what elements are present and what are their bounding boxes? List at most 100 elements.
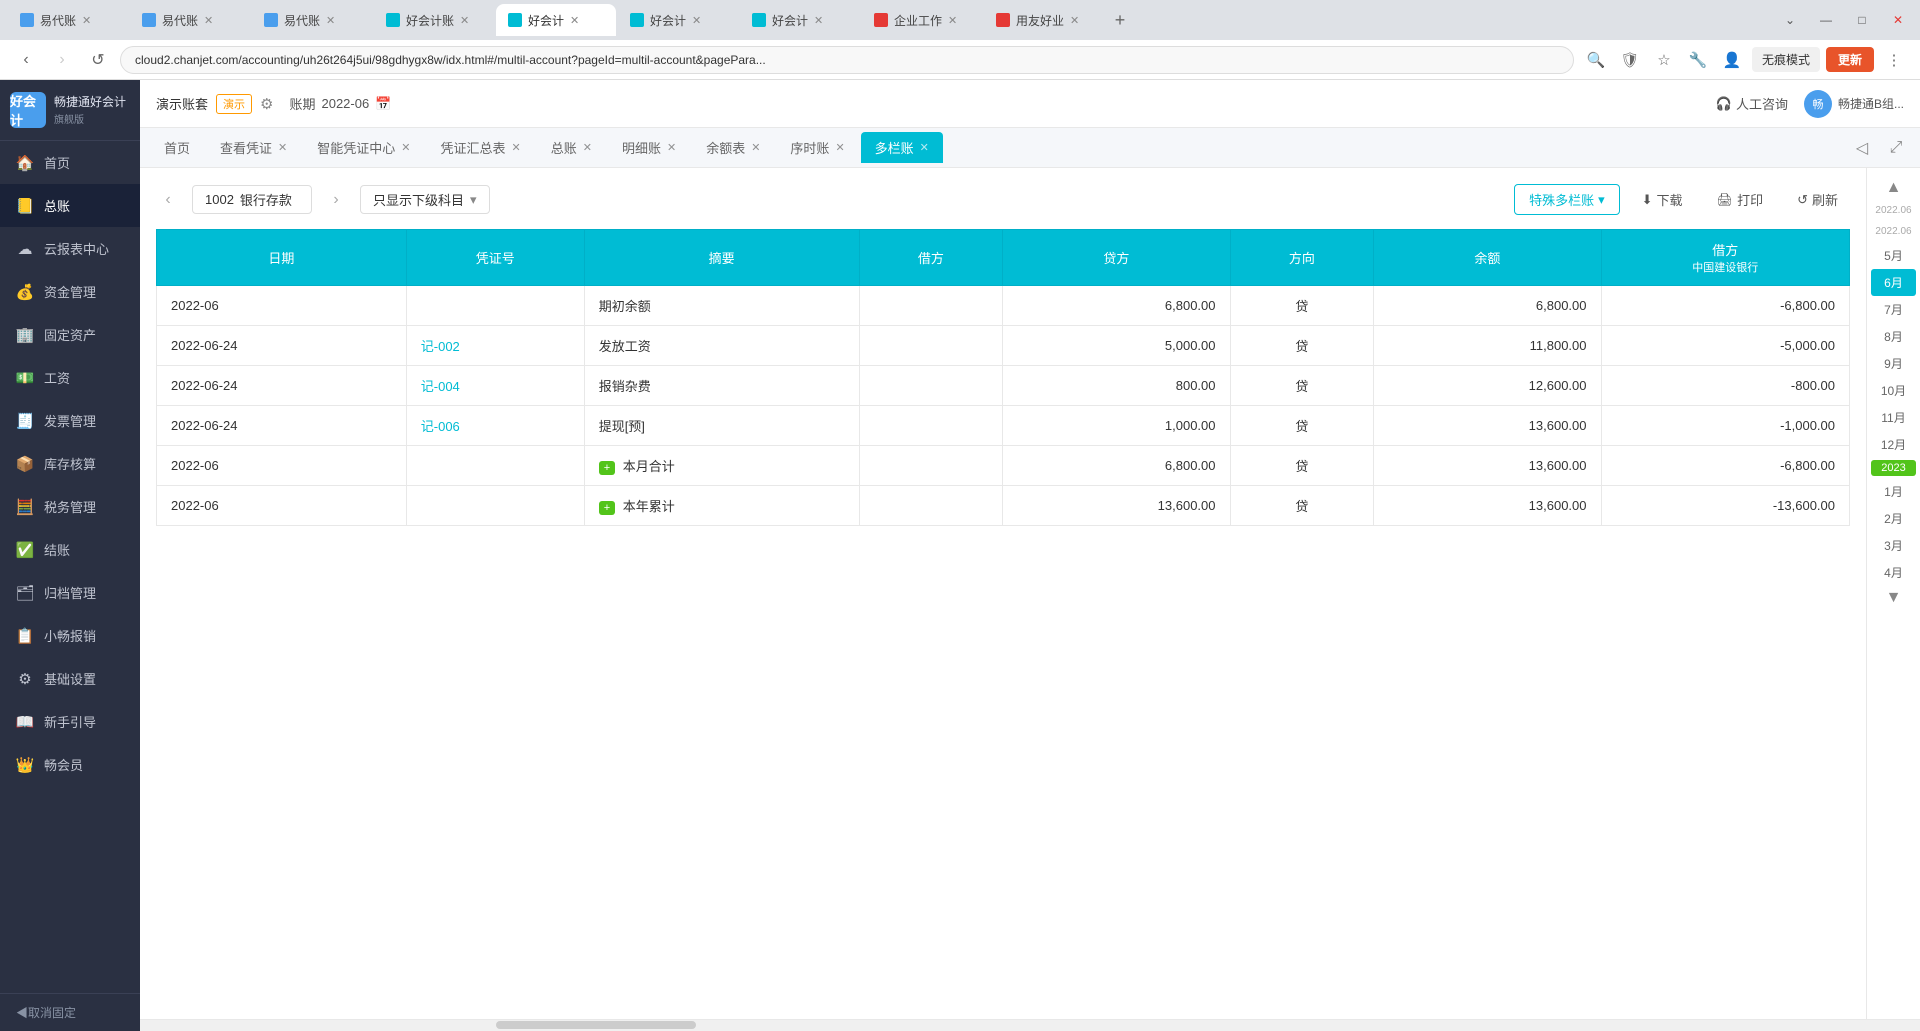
sidebar-item-payroll[interactable]: 💵 工资 — [0, 356, 140, 399]
sidebar-item-invoice[interactable]: 🧾 发票管理 — [0, 399, 140, 442]
voucher-link-2[interactable]: 记-002 — [421, 339, 460, 354]
sidebar-item-settings[interactable]: ⚙ 基础设置 — [0, 657, 140, 700]
voucher-link-4[interactable]: 记-006 — [421, 419, 460, 434]
refresh-button[interactable]: ↺ 刷新 — [1785, 185, 1850, 214]
browser-tab-1[interactable]: 易代账 ✕ — [8, 4, 128, 36]
tab-voucher-summary[interactable]: 凭证汇总表 ✕ — [426, 132, 534, 163]
tab-list-button[interactable]: ⌄ — [1776, 6, 1804, 34]
tab-balance-close[interactable]: ✕ — [751, 141, 760, 154]
browser-tab-7[interactable]: 好会计 ✕ — [740, 4, 860, 36]
sidebar-item-assets[interactable]: 🏢 固定资产 — [0, 313, 140, 356]
calendar-icon[interactable]: 📅 — [375, 96, 391, 112]
close-button[interactable]: ✕ — [1884, 6, 1912, 34]
search-icon[interactable]: 🔍 — [1582, 46, 1610, 74]
sidebar-item-home[interactable]: 🏠 首页 — [0, 141, 140, 184]
tab-close-9[interactable]: ✕ — [1070, 14, 1079, 27]
month-2023-apr[interactable]: 4月 — [1867, 559, 1920, 586]
month-nav-up-arrow[interactable]: ▲ — [1882, 176, 1906, 200]
tab-sequential-close[interactable]: ✕ — [835, 141, 844, 154]
sidebar-item-reports[interactable]: ☁ 云报表中心 — [0, 227, 140, 270]
sidebar-item-ledger[interactable]: 📒 总账 — [0, 184, 140, 227]
tab-expand-icon[interactable]: ⤢ — [1882, 134, 1910, 162]
user-account-icon[interactable]: 👤 — [1718, 46, 1746, 74]
new-tab-button[interactable]: + — [1106, 6, 1134, 34]
tab-voucher-summary-close[interactable]: ✕ — [512, 141, 521, 154]
tab-voucher-close[interactable]: ✕ — [278, 141, 287, 154]
month-2023-mar[interactable]: 3月 — [1867, 532, 1920, 559]
tab-close-2[interactable]: ✕ — [204, 14, 213, 27]
maximize-button[interactable]: □ — [1848, 6, 1876, 34]
tab-sequential[interactable]: 序时账 ✕ — [776, 132, 858, 163]
month-jul[interactable]: 7月 — [1867, 296, 1920, 323]
prev-subject-button[interactable]: ‹ — [156, 188, 180, 212]
browser-tab-2[interactable]: 易代账 ✕ — [130, 4, 250, 36]
wuhen-button[interactable]: 无痕模式 — [1752, 47, 1820, 72]
menu-icon[interactable]: ⋮ — [1880, 46, 1908, 74]
consult-button[interactable]: 🎧 人工咨询 — [1716, 94, 1788, 113]
filter-dropdown[interactable]: 只显示下级科目 ▾ — [360, 185, 490, 214]
sidebar-item-guide[interactable]: 📖 新手引导 — [0, 700, 140, 743]
voucher-link-3[interactable]: 记-004 — [421, 379, 460, 394]
print-button[interactable]: 🖨 打印 — [1705, 185, 1776, 214]
tab-close-8[interactable]: ✕ — [948, 14, 957, 27]
sidebar-item-inventory[interactable]: 📦 库存核算 — [0, 442, 140, 485]
sidebar-item-archive[interactable]: 🗂 归档管理 — [0, 571, 140, 614]
shield-icon[interactable]: 🛡 — [1616, 46, 1644, 74]
tab-general-ledger[interactable]: 总账 ✕ — [537, 132, 606, 163]
tab-detailed[interactable]: 明细账 ✕ — [608, 132, 690, 163]
tab-multi-column[interactable]: 多栏账 ✕ — [861, 132, 943, 163]
tab-close-4[interactable]: ✕ — [460, 14, 469, 27]
month-oct[interactable]: 10月 — [1867, 377, 1920, 404]
month-2023-jan[interactable]: 1月 — [1867, 478, 1920, 505]
tab-general-ledger-close[interactable]: ✕ — [583, 141, 592, 154]
refresh-button[interactable]: ↺ — [84, 46, 112, 74]
tab-close-7[interactable]: ✕ — [814, 14, 823, 27]
month-2023-feb[interactable]: 2月 — [1867, 505, 1920, 532]
forward-button[interactable]: › — [48, 46, 76, 74]
sidebar-cancel-fixed[interactable]: ◀取消固定 — [0, 993, 140, 1031]
minimize-button[interactable]: — — [1812, 6, 1840, 34]
download-button[interactable]: ⬇ 下载 — [1630, 185, 1695, 214]
tab-detailed-close[interactable]: ✕ — [667, 141, 676, 154]
subject-selector[interactable]: 1002 银行存款 — [192, 185, 312, 214]
tab-smart-voucher-close[interactable]: ✕ — [401, 141, 410, 154]
user-avatar[interactable]: 畅 畅捷通B组... — [1804, 90, 1904, 118]
month-aug[interactable]: 8月 — [1867, 323, 1920, 350]
browser-tab-5[interactable]: 好会计 ✕ — [496, 4, 616, 36]
tab-close-1[interactable]: ✕ — [82, 14, 91, 27]
month-sep[interactable]: 9月 — [1867, 350, 1920, 377]
sidebar-item-funds[interactable]: 💰 资金管理 — [0, 270, 140, 313]
back-button[interactable]: ‹ — [12, 46, 40, 74]
tab-home[interactable]: 首页 — [150, 132, 204, 163]
month-nav-down-arrow[interactable]: ▼ — [1882, 586, 1906, 610]
account-settings-icon[interactable]: ⚙ — [260, 95, 273, 113]
month-may[interactable]: 5月 — [1867, 242, 1920, 269]
browser-tab-4[interactable]: 好会计账 ✕ — [374, 4, 494, 36]
tab-close-6[interactable]: ✕ — [692, 14, 701, 27]
bottom-scrollbar[interactable] — [140, 1019, 1920, 1031]
month-dec[interactable]: 12月 — [1867, 431, 1920, 458]
extension-icon[interactable]: 🔧 — [1684, 46, 1712, 74]
star-icon[interactable]: ☆ — [1650, 46, 1678, 74]
period-value[interactable]: 2022-06 — [321, 96, 369, 111]
tab-collapse-icon[interactable]: ◁ — [1848, 134, 1876, 162]
sidebar-item-member[interactable]: 👑 畅会员 — [0, 743, 140, 786]
browser-tab-9[interactable]: 用友好业 ✕ — [984, 4, 1104, 36]
special-account-button[interactable]: 特殊多栏账 ▾ — [1514, 184, 1620, 215]
sidebar-item-closing[interactable]: ✅ 结账 — [0, 528, 140, 571]
tab-voucher[interactable]: 查看凭证 ✕ — [206, 132, 301, 163]
browser-tab-8[interactable]: 企业工作 ✕ — [862, 4, 982, 36]
update-button[interactable]: 更新 — [1826, 47, 1874, 72]
tab-multi-column-close[interactable]: ✕ — [920, 141, 929, 154]
sidebar-item-expense[interactable]: 📋 小畅报销 — [0, 614, 140, 657]
browser-tab-3[interactable]: 易代账 ✕ — [252, 4, 372, 36]
tab-close-5[interactable]: ✕ — [570, 14, 579, 27]
month-jun[interactable]: 6月 — [1871, 269, 1916, 296]
month-nov[interactable]: 11月 — [1867, 404, 1920, 431]
tab-smart-voucher[interactable]: 智能凭证中心 ✕ — [303, 132, 424, 163]
url-bar[interactable]: cloud2.chanjet.com/accounting/uh26t264j5… — [120, 46, 1574, 74]
tab-close-3[interactable]: ✕ — [326, 14, 335, 27]
next-subject-button[interactable]: › — [324, 188, 348, 212]
sidebar-item-tax[interactable]: 🧮 税务管理 — [0, 485, 140, 528]
browser-tab-6[interactable]: 好会计 ✕ — [618, 4, 738, 36]
